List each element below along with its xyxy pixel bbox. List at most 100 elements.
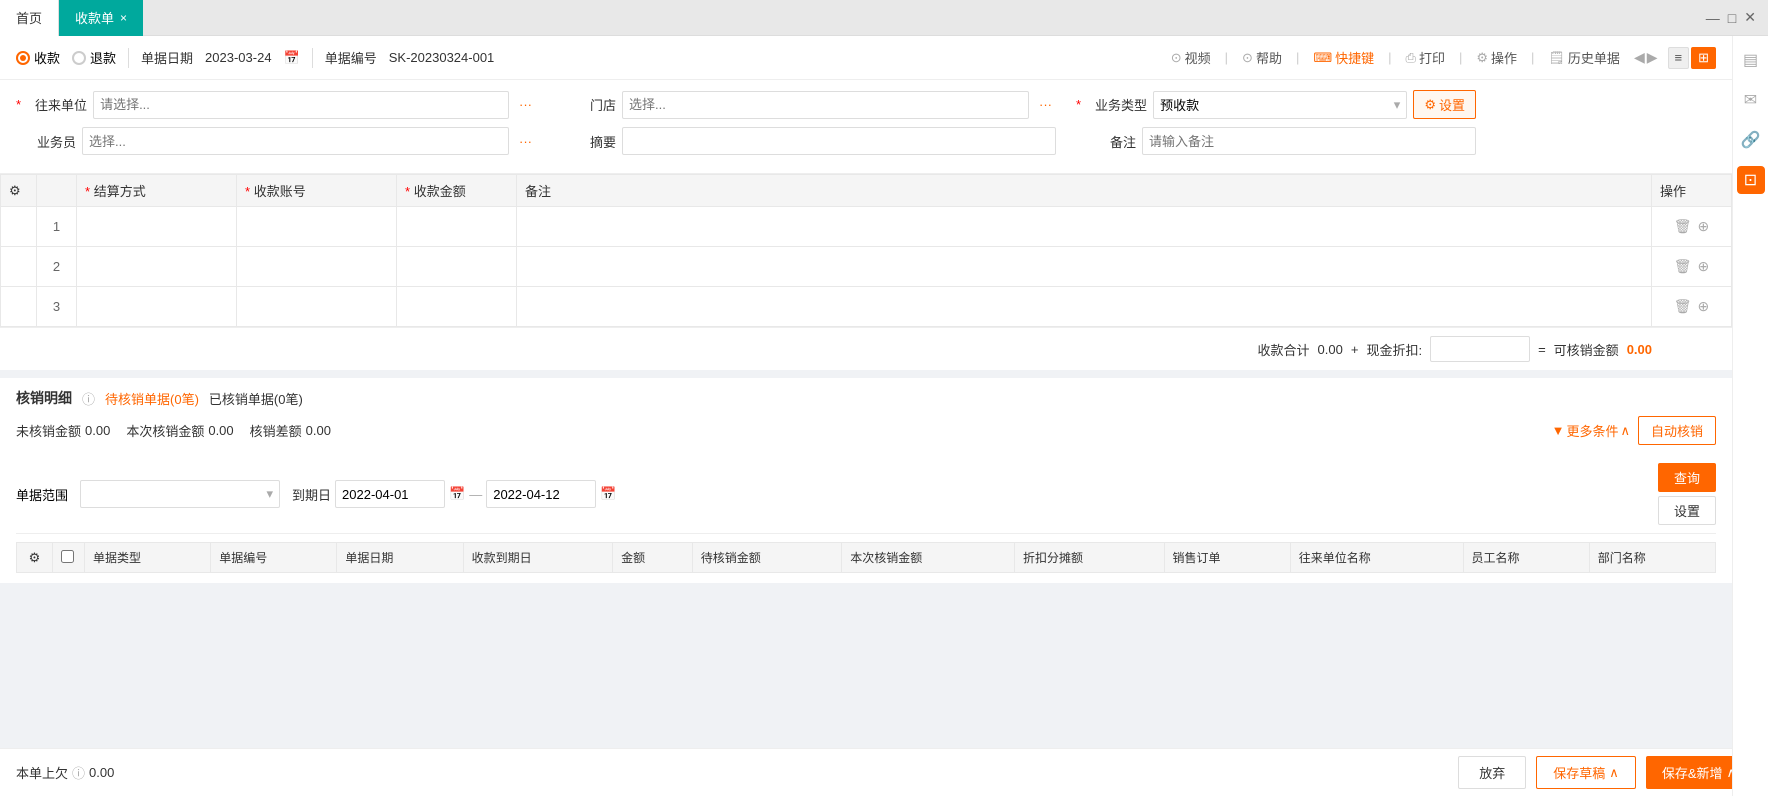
next-arrow[interactable]: ▶ xyxy=(1647,49,1658,66)
unreconciled-label: 未核销金额 xyxy=(16,421,81,440)
row1-amount[interactable] xyxy=(397,207,517,247)
page-footer: 本单上欠 ⓘ 0.00 放弃 保存草稿 ∧ 保存&新增 ∧ xyxy=(0,748,1768,796)
setup-button[interactable]: ⚙ 设置 xyxy=(1413,90,1476,119)
row3-op: 🗑 ⊕ xyxy=(1652,287,1732,327)
remark-field: 备注 xyxy=(1076,127,1476,155)
th-gear[interactable]: ⚙ xyxy=(1,175,37,207)
tab-close-icon[interactable]: × xyxy=(120,11,127,25)
radio-return[interactable]: 退款 xyxy=(72,48,116,67)
data-table: ⚙ * 结算方式 * 收款账号 * 收款金额 xyxy=(0,174,1732,327)
store-input[interactable] xyxy=(622,91,1029,119)
business-type-select[interactable]: 预收款 ▾ xyxy=(1153,91,1407,119)
row3-remark[interactable] xyxy=(517,287,1652,327)
current-reconcile-item: 本次核销金额 0.00 xyxy=(126,421,233,440)
collect-total-label: 收款合计 xyxy=(1258,340,1310,359)
counterparty-input[interactable] xyxy=(93,91,509,119)
per-order-info-icon: ⓘ xyxy=(72,763,85,782)
row1-account[interactable] xyxy=(237,207,397,247)
bth-checkbox[interactable] xyxy=(53,543,85,573)
unreconciled-item: 未核销金额 0.00 xyxy=(16,421,110,440)
minimize-btn[interactable]: — xyxy=(1706,10,1720,26)
more-filter-btn[interactable]: ▼ 更多条件 ∧ xyxy=(1552,421,1630,440)
row2-delete-btn[interactable]: 🗑 xyxy=(1674,258,1692,275)
tab-done[interactable]: 已核销单据(0笔) xyxy=(209,389,303,408)
query-btns: 查询 设置 xyxy=(1658,463,1716,525)
shortcut-icon: ⌨ xyxy=(1313,50,1332,66)
btn-shortcut[interactable]: ⌨ 快捷键 xyxy=(1309,46,1378,69)
btn-help[interactable]: ⊙ 帮助 xyxy=(1238,46,1286,69)
print-icon: ⎙ xyxy=(1406,50,1416,66)
date-value[interactable]: 2023-03-24 xyxy=(205,50,272,65)
unreconciled-value: 0.00 xyxy=(85,423,110,438)
abandon-btn[interactable]: 放弃 xyxy=(1458,756,1526,789)
row3-amount[interactable] xyxy=(397,287,517,327)
row2-op: 🗑 ⊕ xyxy=(1652,247,1732,287)
radio-receive-label: 收款 xyxy=(34,48,60,67)
date-to-input[interactable] xyxy=(486,480,596,508)
btn-history[interactable]: 🗒 历史单据 xyxy=(1544,46,1624,69)
auto-reconcile-btn[interactable]: 自动核销 xyxy=(1638,416,1716,445)
tab-pending[interactable]: 待核销单据(0笔) xyxy=(105,389,199,408)
staff-input[interactable] xyxy=(82,127,509,155)
cash-discount-label: 现金折扣: xyxy=(1366,340,1422,359)
row2-account[interactable] xyxy=(237,247,397,287)
select-all-checkbox[interactable] xyxy=(61,550,74,563)
row1-remark[interactable] xyxy=(517,207,1652,247)
bth-staff: 员工名称 xyxy=(1463,543,1589,573)
tab-active[interactable]: 收款单 × xyxy=(59,0,143,36)
date-from-input[interactable] xyxy=(335,480,445,508)
summary-input[interactable] xyxy=(622,127,1056,155)
staff-ellipsis[interactable]: ··· xyxy=(515,134,536,149)
filter-fields: 单据范围 ▾ 到期日 📅 — 📅 查询 设置 xyxy=(16,455,1716,534)
view-grid-btn[interactable]: ⊞ xyxy=(1691,47,1716,69)
right-sidebar: ▤ ✉ 🔗 ⊡ xyxy=(1732,36,1768,796)
query-btn[interactable]: 查询 xyxy=(1658,463,1716,492)
row3-settle[interactable] xyxy=(77,287,237,327)
settings-btn2[interactable]: 设置 xyxy=(1658,496,1716,525)
close-btn[interactable]: ✕ xyxy=(1744,9,1756,26)
save-draft-btn[interactable]: 保存草稿 ∧ xyxy=(1536,756,1636,789)
counterparty-label: 往来单位 xyxy=(27,95,87,114)
th-settle: * 结算方式 xyxy=(77,175,237,207)
cal-icon-from[interactable]: 📅 xyxy=(449,486,465,502)
row1-copy-btn[interactable]: ⊕ xyxy=(1698,218,1710,235)
range-select[interactable]: ▾ xyxy=(80,480,280,508)
row1-settle[interactable] xyxy=(77,207,237,247)
bth-gear[interactable]: ⚙ xyxy=(17,543,53,573)
maximize-btn[interactable]: □ xyxy=(1728,10,1736,26)
th-account: * 收款账号 xyxy=(237,175,397,207)
tab-home[interactable]: 首页 xyxy=(0,0,59,36)
sidebar-camera-icon[interactable]: ⊡ xyxy=(1737,166,1765,194)
remark-input[interactable] xyxy=(1142,127,1476,155)
store-ellipsis[interactable]: ··· xyxy=(1035,97,1056,112)
cal-icon-to[interactable]: 📅 xyxy=(600,486,616,502)
chevron-down-icon2: ▾ xyxy=(266,486,273,502)
counterparty-ellipsis[interactable]: ··· xyxy=(515,97,536,112)
cash-discount-input[interactable] xyxy=(1430,336,1530,362)
view-list-btn[interactable]: ≡ xyxy=(1668,47,1690,69)
calendar-icon[interactable]: 📅 xyxy=(284,50,300,66)
btn-print[interactable]: ⎙ 打印 xyxy=(1402,46,1449,69)
settings-icon: ⚙ xyxy=(9,183,21,198)
btn-action[interactable]: ⚙ 操作 xyxy=(1472,46,1521,69)
sidebar-table-icon[interactable]: ▤ xyxy=(1737,46,1765,74)
row3-delete-btn[interactable]: 🗑 xyxy=(1674,298,1692,315)
sidebar-clip-icon[interactable]: 🔗 xyxy=(1737,126,1765,154)
chevron-up-icon2: ∧ xyxy=(1609,765,1619,781)
radio-receive[interactable]: 收款 xyxy=(16,48,60,67)
staff-field: 业务员 ··· xyxy=(16,127,536,155)
row3-copy-btn[interactable]: ⊕ xyxy=(1698,298,1710,315)
radio-receive-dot xyxy=(16,51,30,65)
tab-home-label: 首页 xyxy=(16,8,42,27)
business-type-value: 预收款 xyxy=(1160,95,1199,114)
row2-copy-btn[interactable]: ⊕ xyxy=(1698,258,1710,275)
row3-account[interactable] xyxy=(237,287,397,327)
row2-remark[interactable] xyxy=(517,247,1652,287)
sidebar-email-icon[interactable]: ✉ xyxy=(1737,86,1765,114)
row2-settle[interactable] xyxy=(77,247,237,287)
prev-arrow[interactable]: ◀ xyxy=(1634,49,1645,66)
row1-delete-btn[interactable]: 🗑 xyxy=(1674,218,1692,235)
required-star2: * xyxy=(1076,97,1081,112)
btn-video[interactable]: ⊙ 视频 xyxy=(1167,46,1215,69)
row2-amount[interactable] xyxy=(397,247,517,287)
